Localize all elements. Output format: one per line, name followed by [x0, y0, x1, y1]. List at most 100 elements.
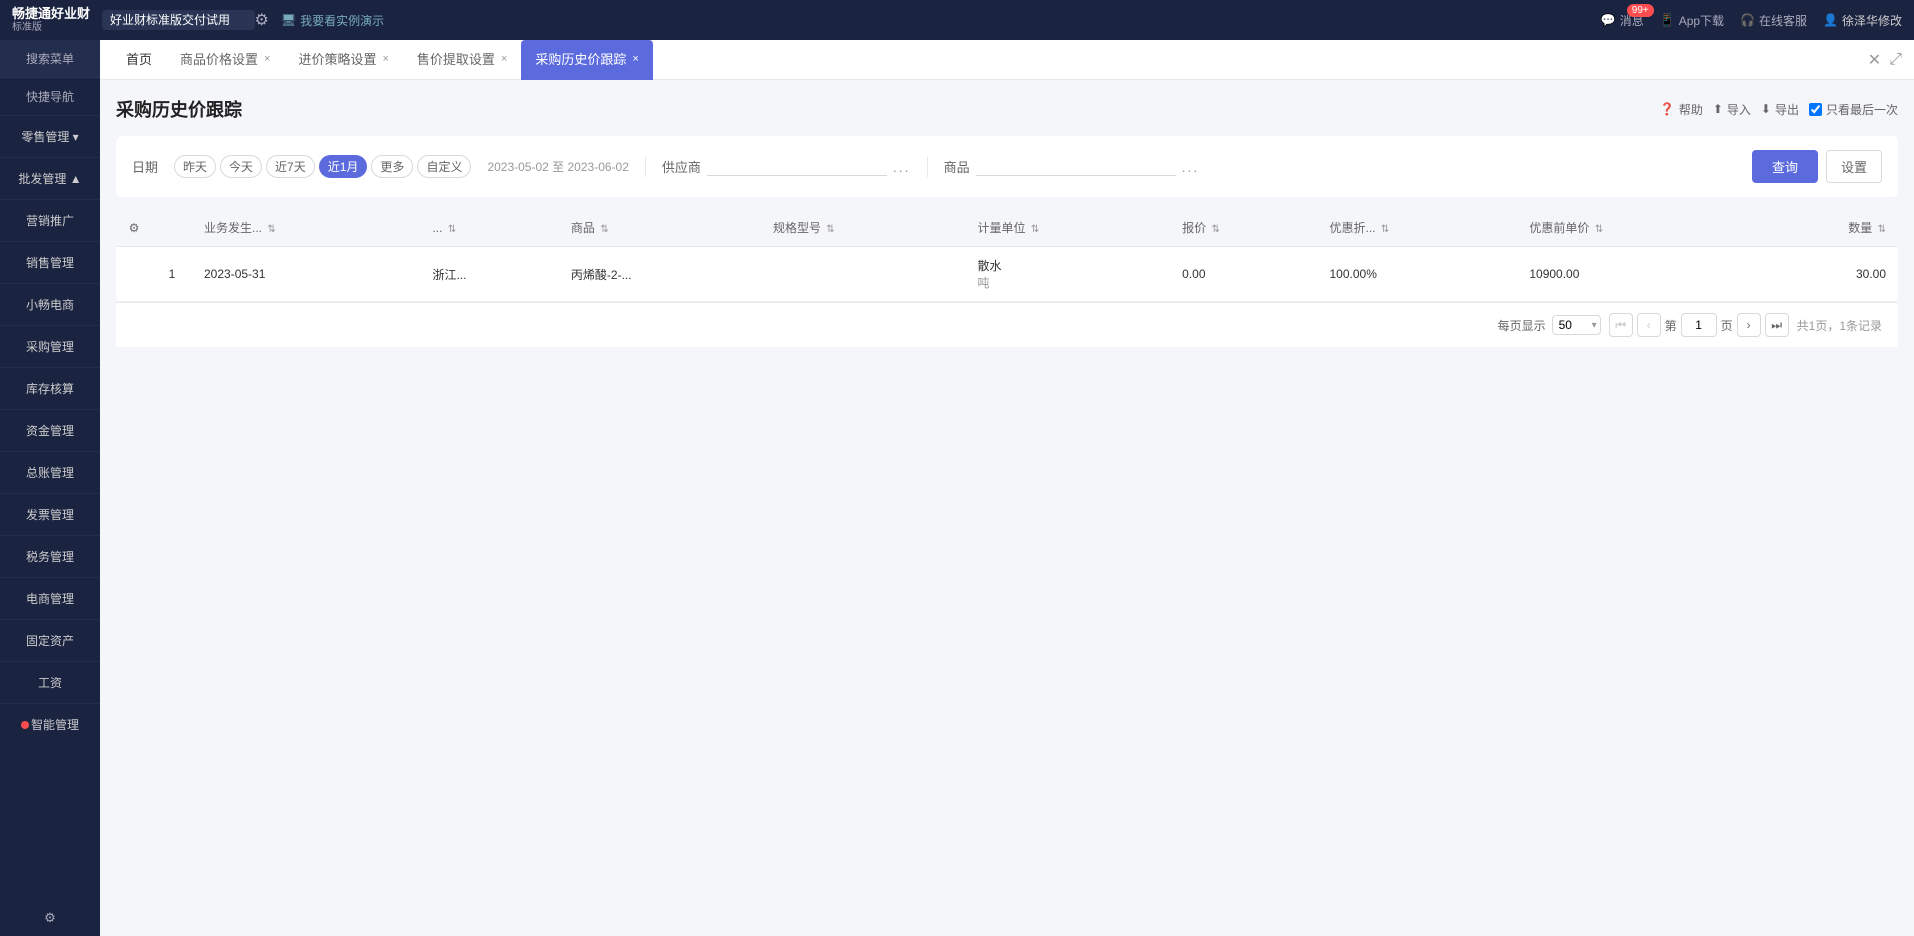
tab-expand-btn[interactable]: ⤢ — [1889, 51, 1902, 69]
app-download-action[interactable]: 📱 App下载 — [1660, 12, 1724, 29]
demo-link[interactable]: 🖥 我要看实例演示 — [281, 12, 384, 29]
user-label: 徐泽华修改 — [1842, 12, 1902, 29]
goods-input[interactable] — [976, 157, 1176, 176]
col-extra[interactable]: ... ⇅ — [420, 209, 558, 247]
sidebar-item-tax[interactable]: 税务管理 — [0, 535, 100, 577]
wholesale-label: 批发管理 ▲ — [18, 170, 81, 187]
pag-page-unit: 页 — [1721, 317, 1733, 334]
tab-cost-strategy-close[interactable]: × — [382, 53, 388, 65]
tab-price-extract[interactable]: 售价提取设置 × — [403, 40, 521, 80]
col-price[interactable]: 报价 ⇅ — [1170, 209, 1317, 247]
sidebar-item-fixed-assets[interactable]: 固定资产 — [0, 619, 100, 661]
row-discount: 100.00% — [1318, 247, 1518, 302]
col-date[interactable]: 业务发生... ⇅ — [192, 209, 420, 247]
invoice-label: 发票管理 — [26, 506, 74, 523]
only-last-checkbox[interactable] — [1809, 103, 1822, 116]
row-qty: 30.00 — [1751, 247, 1898, 302]
date-1month-btn[interactable]: 近1月 — [319, 155, 368, 178]
tab-cost-strategy-label: 进价策略设置 — [298, 49, 376, 68]
pag-page-input[interactable] — [1681, 313, 1717, 337]
sidebar-search[interactable]: 搜索菜单 — [0, 40, 100, 77]
export-btn[interactable]: ⬇ 导出 — [1761, 101, 1799, 118]
date-range-display: 2023-05-02 至 2023-06-02 — [487, 158, 628, 175]
sidebar-item-ecommerce[interactable]: 电商管理 — [0, 577, 100, 619]
goods-filter: 商品 ... — [944, 157, 1200, 176]
date-7days-btn[interactable]: 近7天 — [266, 155, 315, 178]
online-service-action[interactable]: 🎧 在线客服 — [1740, 12, 1807, 29]
tab-cost-strategy[interactable]: 进价策略设置 × — [284, 40, 402, 80]
col-unit-price[interactable]: 优惠前单价 ⇅ — [1517, 209, 1750, 247]
help-label: 帮助 — [1679, 101, 1703, 118]
date-custom-btn[interactable]: 自定义 — [417, 155, 471, 178]
logo-title: 畅捷通好业财 — [12, 6, 90, 22]
date-yesterday-btn[interactable]: 昨天 — [174, 155, 216, 178]
date-more-btn[interactable]: 更多 — [371, 155, 413, 178]
sort-unit-price-icon: ⇅ — [1595, 224, 1603, 235]
sidebar-item-marketing[interactable]: 营销推广 — [0, 199, 100, 241]
tab-close-all-btn[interactable]: ✕ — [1868, 50, 1881, 70]
sidebar-bottom-settings[interactable]: ⚙ — [0, 900, 100, 936]
col-goods[interactable]: 商品 ⇅ — [559, 209, 761, 247]
pag-last-btn[interactable]: ⏭ — [1765, 313, 1789, 337]
pag-first-btn[interactable]: ⏮ — [1609, 313, 1633, 337]
filter-actions: 查询 设置 — [1752, 150, 1882, 183]
sales-label: 销售管理 — [26, 254, 74, 271]
pagination-nav: ⏮ ‹ 第 页 › ⏭ — [1609, 313, 1789, 337]
tab-home[interactable]: 首页 — [112, 40, 166, 80]
data-table: ⚙ 业务发生... ⇅ ... ⇅ — [116, 209, 1898, 302]
filter-row: 日期 昨天 今天 近7天 近1月 更多 自定义 2023-05-02 至 202… — [132, 150, 1882, 183]
sidebar-item-payroll[interactable]: 工资 — [0, 661, 100, 703]
col-qty[interactable]: 数量 ⇅ — [1751, 209, 1898, 247]
headset-icon: 🎧 — [1740, 13, 1755, 27]
user-menu[interactable]: 👤 徐泽华修改 — [1823, 12, 1902, 29]
tab-price-extract-close[interactable]: × — [501, 53, 507, 65]
only-last-label: 只看最后一次 — [1826, 101, 1898, 118]
tab-purchase-history[interactable]: 采购历史价跟踪 × — [521, 40, 652, 80]
sidebar-quicknav[interactable]: 快捷导航 — [0, 77, 100, 115]
pag-prev-btn[interactable]: ‹ — [1637, 313, 1661, 337]
filter-settings-btn[interactable]: 设置 — [1826, 150, 1882, 183]
sidebar-item-invoice[interactable]: 发票管理 — [0, 493, 100, 535]
sidebar-item-ai[interactable]: 智能管理 — [0, 703, 100, 745]
col-gear: ⚙ — [116, 209, 152, 247]
pag-next-btn[interactable]: › — [1737, 313, 1761, 337]
tab-bar: 首页 商品价格设置 × 进价策略设置 × 售价提取设置 × 采购历史价跟踪 × … — [100, 40, 1914, 80]
table-row: 1 2023-05-31 浙江... 丙烯酸-2-... 散水吨 0.00 10… — [116, 247, 1898, 302]
tab-price-extract-label: 售价提取设置 — [417, 49, 495, 68]
sidebar-item-sales[interactable]: 销售管理 — [0, 241, 100, 283]
import-btn[interactable]: ⬆ 导入 — [1713, 101, 1751, 118]
sidebar-item-wholesale[interactable]: 批发管理 ▲ — [0, 157, 100, 199]
supplier-input[interactable] — [707, 157, 887, 176]
help-icon: ❓ — [1660, 102, 1675, 116]
col-unit[interactable]: 计量单位 ⇅ — [966, 209, 1171, 247]
settings-gear-icon[interactable]: ⚙ — [255, 10, 269, 30]
date-filter-btns: 昨天 今天 近7天 近1月 更多 自定义 — [174, 155, 471, 178]
help-btn[interactable]: ❓ 帮助 — [1660, 101, 1703, 118]
sidebar-item-ecommerce-small[interactable]: 小畅电商 — [0, 283, 100, 325]
only-last-checkbox-wrapper[interactable]: 只看最后一次 — [1809, 101, 1898, 118]
tab-price-settings[interactable]: 商品价格设置 × — [166, 40, 284, 80]
version-select[interactable]: 好业财标准版交付试用 — [102, 10, 255, 30]
col-spec[interactable]: 规格型号 ⇅ — [761, 209, 966, 247]
gear-icon[interactable]: ⚙ — [129, 221, 140, 235]
message-action[interactable]: 💬 消息 99+ — [1601, 12, 1644, 29]
per-page-select[interactable]: 50 10 20 100 — [1552, 315, 1601, 335]
per-page-label: 每页显示 — [1498, 317, 1546, 334]
retail-label: 零售管理 ▾ — [21, 128, 78, 145]
sidebar-item-purchase[interactable]: 采购管理 — [0, 325, 100, 367]
query-btn[interactable]: 查询 — [1752, 150, 1818, 183]
table-container: ⚙ 业务发生... ⇅ ... ⇅ — [116, 209, 1898, 302]
version-wrapper[interactable]: 好业财标准版交付试用 ▾ — [102, 10, 243, 30]
tab-price-settings-close[interactable]: × — [264, 53, 270, 65]
goods-dots[interactable]: ... — [1182, 159, 1200, 175]
sidebar-item-inventory[interactable]: 库存核算 — [0, 367, 100, 409]
date-today-btn[interactable]: 今天 — [220, 155, 262, 178]
tab-purchase-history-close[interactable]: × — [632, 53, 638, 65]
sidebar-item-retail[interactable]: 零售管理 ▾ — [0, 115, 100, 157]
app-logo: 畅捷通好业财 标准版 — [12, 6, 90, 34]
pag-page-label: 第 — [1665, 317, 1677, 334]
sidebar-item-ledger[interactable]: 总账管理 — [0, 451, 100, 493]
supplier-dots[interactable]: ... — [893, 159, 911, 175]
col-discount[interactable]: 优惠折... ⇅ — [1318, 209, 1518, 247]
sidebar-item-finance[interactable]: 资金管理 — [0, 409, 100, 451]
